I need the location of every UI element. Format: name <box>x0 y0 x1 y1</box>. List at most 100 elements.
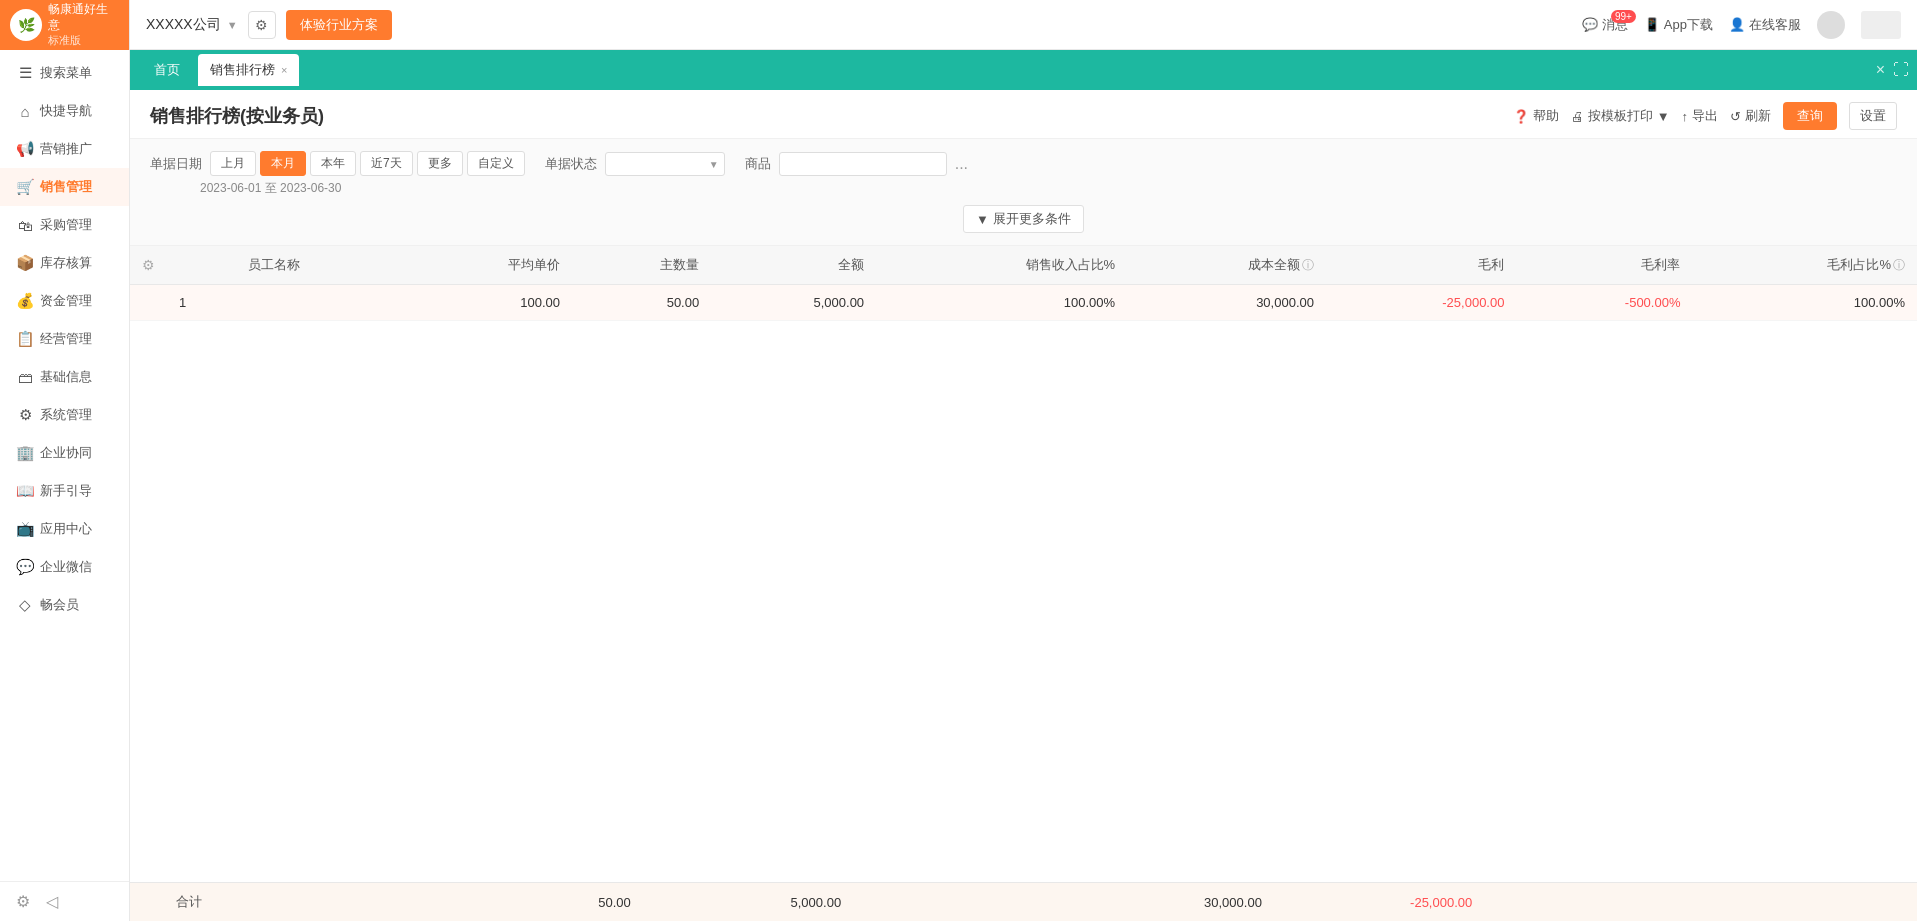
sidebar-item-guide[interactable]: 📖 新手引导 <box>0 472 129 510</box>
marketing-icon: 📢 <box>16 140 34 158</box>
tab-home[interactable]: 首页 <box>138 50 196 90</box>
sidebar-item-label: 企业微信 <box>40 558 92 576</box>
footer-gross: -25,000.00 <box>1274 895 1484 910</box>
th-name: 员工名称 <box>236 246 404 285</box>
sidebar-item-label: 新手引导 <box>40 482 92 500</box>
gross-pct-help-icon[interactable]: ⓘ <box>1893 257 1905 274</box>
th-gross-rate: 毛利率 <box>1516 246 1692 285</box>
sidebar-item-search[interactable]: ☰ 搜索菜单 <box>0 54 129 92</box>
footer-cost-amount: 30,000.00 <box>1064 895 1274 910</box>
sidebar-item-system[interactable]: ⚙ 系统管理 <box>0 396 129 434</box>
tab-maximize-icon[interactable]: ⛶ <box>1893 61 1909 79</box>
purchase-icon: 🛍 <box>16 217 34 234</box>
date-year-btn[interactable]: 本年 <box>310 151 356 176</box>
filter-bar: 单据日期 上月 本月 本年 近7天 更多 自定义 单据状态 <box>130 139 1917 246</box>
finance-icon: 💰 <box>16 292 34 310</box>
date-custom-btn[interactable]: 自定义 <box>467 151 525 176</box>
refresh-btn[interactable]: ↺ 刷新 <box>1730 107 1771 125</box>
td-settings <box>130 285 167 321</box>
date-7days-btn[interactable]: 近7天 <box>360 151 413 176</box>
sidebar-item-appcenter[interactable]: 📺 应用中心 <box>0 510 129 548</box>
appcenter-icon: 📺 <box>16 520 34 538</box>
query-btn[interactable]: 查询 <box>1783 102 1837 130</box>
sidebar-item-label: 经营管理 <box>40 330 92 348</box>
sidebar-item-label: 应用中心 <box>40 520 92 538</box>
data-table: ⚙ 员工名称 平均单价 主数量 全额 销售收入占比% 成本全额ⓘ 毛利 毛利率 <box>130 246 1917 321</box>
company-selector[interactable]: XXXXX公司 ▼ <box>146 16 238 34</box>
tab-minimize-icon[interactable]: × <box>1876 61 1885 79</box>
home-icon: ⌂ <box>16 103 34 120</box>
expand-icon: ▼ <box>976 212 989 227</box>
expand-more-btn[interactable]: ▼ 展开更多条件 <box>963 205 1084 233</box>
table-header-row: ⚙ 员工名称 平均单价 主数量 全额 销售收入占比% 成本全额ⓘ 毛利 毛利率 <box>130 246 1917 285</box>
goods-input[interactable] <box>779 152 947 176</box>
print-icon: 🖨 <box>1571 109 1584 124</box>
sidebar-item-purchase[interactable]: 🛍 采购管理 <box>0 206 129 244</box>
date-range-display: 2023-06-01 至 2023-06-30 <box>150 180 1897 197</box>
inventory-icon: 📦 <box>16 254 34 272</box>
date-filter: 单据日期 上月 本月 本年 近7天 更多 自定义 <box>150 151 525 176</box>
cost-help-icon[interactable]: ⓘ <box>1302 257 1314 274</box>
sidebar-item-inventory[interactable]: 📦 库存核算 <box>0 244 129 282</box>
sidebar-collapse-icon[interactable]: ◁ <box>46 892 58 911</box>
footer-gross-rate <box>1484 895 1694 910</box>
th-cost-amount: 成本全额ⓘ <box>1127 246 1326 285</box>
print-label: 按模板打印 <box>1588 107 1653 125</box>
settings-btn[interactable]: 设置 <box>1849 102 1897 130</box>
th-main-qty: 主数量 <box>572 246 711 285</box>
status-select[interactable] <box>605 152 725 176</box>
sidebar-item-finance[interactable]: 💰 资金管理 <box>0 282 129 320</box>
footer-label: 合计 <box>142 893 222 911</box>
sidebar-item-basicinfo[interactable]: 🗃 基础信息 <box>0 358 129 396</box>
tab-home-label: 首页 <box>154 61 180 79</box>
online-service-btn[interactable]: 👤 在线客服 <box>1729 16 1801 34</box>
tab-sales-ranking[interactable]: 销售排行榜 × <box>198 54 299 86</box>
date-current-btn[interactable]: 本月 <box>260 151 306 176</box>
help-icon: ❓ <box>1513 109 1529 124</box>
header-settings-btn[interactable]: ⚙ <box>248 11 276 39</box>
table-settings-icon[interactable]: ⚙ <box>142 257 155 273</box>
date-more-btn[interactable]: 更多 <box>417 151 463 176</box>
date-prev-btn[interactable]: 上月 <box>210 151 256 176</box>
sidebar-item-marketing[interactable]: 📢 营销推广 <box>0 130 129 168</box>
goods-more-icon[interactable]: ... <box>955 155 968 173</box>
message-btn[interactable]: 💬 消息 99+ <box>1582 16 1628 34</box>
sidebar-item-enterprise[interactable]: 🏢 企业协同 <box>0 434 129 472</box>
page-title: 销售排行榜(按业务员) <box>150 104 1513 128</box>
tab-close-icon[interactable]: × <box>281 64 287 76</box>
date-group: 上月 本月 本年 近7天 更多 自定义 <box>210 151 525 176</box>
th-amount: 全额 <box>711 246 876 285</box>
sidebar-item-operation[interactable]: 📋 经营管理 <box>0 320 129 358</box>
sidebar-settings-icon[interactable]: ⚙ <box>16 892 30 911</box>
logo-icon: 🌿 <box>10 9 42 41</box>
trial-btn[interactable]: 体验行业方案 <box>286 10 392 40</box>
sidebar-item-label: 销售管理 <box>40 178 92 196</box>
sidebar-item-member[interactable]: ◇ 畅会员 <box>0 586 129 624</box>
expand-label: 展开更多条件 <box>993 210 1071 228</box>
sidebar-item-quicknav[interactable]: ⌂ 快捷导航 <box>0 92 129 130</box>
online-service-label: 在线客服 <box>1749 16 1801 34</box>
date-filter-label: 单据日期 <box>150 155 202 173</box>
message-icon: 💬 <box>1582 17 1598 32</box>
basicinfo-icon: 🗃 <box>16 369 34 386</box>
table-footer: 合计 50.00 5,000.00 30,000.00 -25,000.00 <box>130 882 1917 921</box>
export-btn[interactable]: ↑ 导出 <box>1682 107 1719 125</box>
status-filter-label: 单据状态 <box>545 155 597 173</box>
member-icon: ◇ <box>16 596 34 614</box>
sidebar-item-sales[interactable]: 🛒 销售管理 <box>0 168 129 206</box>
td-avg-price: 100.00 <box>404 285 572 321</box>
status-filter: 单据状态 ▼ <box>545 152 725 176</box>
td-cost-amount: 30,000.00 <box>1127 285 1326 321</box>
help-btn[interactable]: ❓ 帮助 <box>1513 107 1559 125</box>
avatar[interactable] <box>1817 11 1845 39</box>
app-download-btn[interactable]: 📱 App下载 <box>1644 16 1713 34</box>
sidebar: 🌿 畅康通好生意 标准版 ☰ 搜索菜单 ⌂ 快捷导航 📢 营销推广 🛒 销售管理… <box>0 0 130 921</box>
sidebar-item-wechat[interactable]: 💬 企业微信 <box>0 548 129 586</box>
online-service-icon: 👤 <box>1729 17 1745 32</box>
td-sales-pct: 100.00% <box>876 285 1127 321</box>
print-btn[interactable]: 🖨 按模板打印 ▼ <box>1571 107 1670 125</box>
sidebar-item-label: 基础信息 <box>40 368 92 386</box>
header-right-actions: 💬 消息 99+ 📱 App下载 👤 在线客服 <box>1582 11 1901 39</box>
sidebar-item-label: 企业协同 <box>40 444 92 462</box>
company-name: XXXXX公司 <box>146 16 221 34</box>
